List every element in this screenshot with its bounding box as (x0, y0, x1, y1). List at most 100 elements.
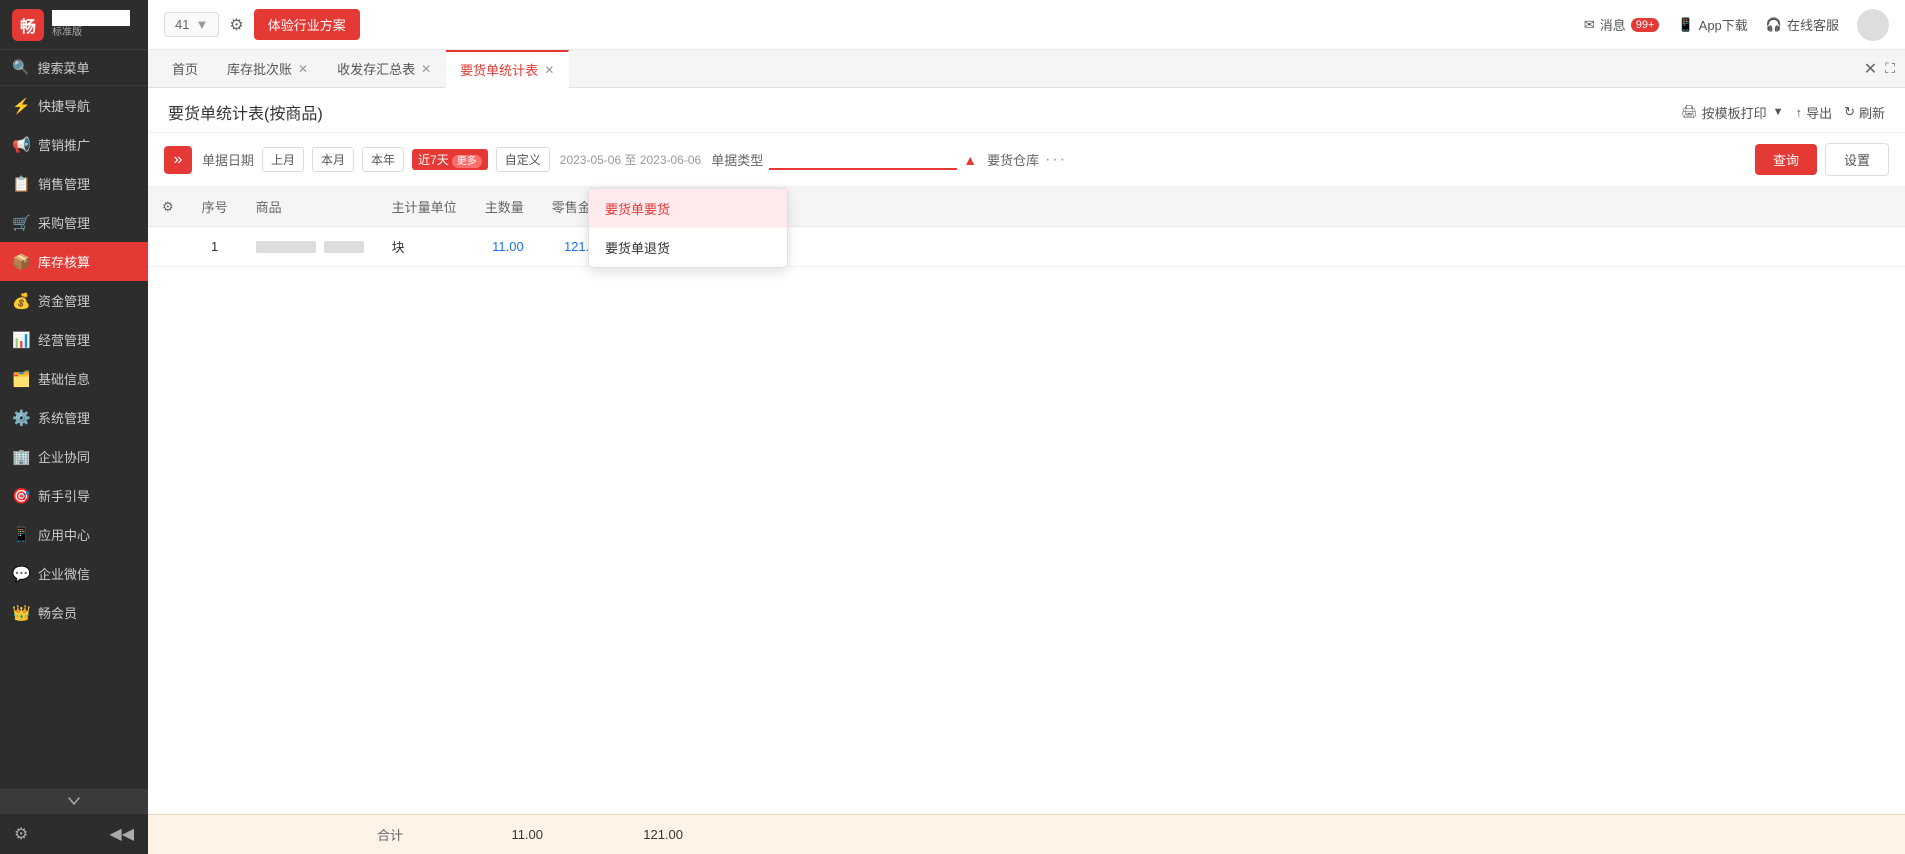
print-template-btn[interactable]: 🖨 按模板打印 ▼ (1681, 103, 1783, 122)
doc-type-label: 单据类型 (711, 150, 763, 169)
app-download-btn[interactable]: 📱 App下载 (1677, 15, 1747, 34)
col-settings[interactable]: ⚙ (148, 187, 188, 227)
tab-bar: 首页 库存批次账 ✕ 收发存汇总表 ✕ 要货单统计表 ✕ ✕ ⛶ (148, 50, 1905, 88)
purchase-icon: 🛒 (12, 214, 30, 232)
table-row: 1 块 11.00 121.00 (148, 227, 1905, 267)
refresh-icon: ↻ (1844, 104, 1855, 120)
col-unit: 主计量单位 (378, 187, 471, 227)
doc-type-filter: 单据类型 ▲ (711, 149, 977, 170)
warehouse-label: 要货仓库 (987, 150, 1039, 169)
tab-bar-close-btn[interactable]: ✕ (1864, 59, 1877, 79)
sidebar-item-appstore[interactable]: 📱 应用中心 (0, 515, 148, 554)
double-chevron-icon: » (174, 151, 183, 169)
tab-close-receive-summary[interactable]: ✕ (421, 62, 431, 76)
filter-settings-btn[interactable]: 设置 (1825, 143, 1889, 176)
settings-footer-icon[interactable]: ⚙ (14, 824, 28, 844)
cell-quantity[interactable]: 11.00 (471, 227, 538, 267)
doc-type-input[interactable] (769, 149, 957, 170)
cell-unit: 块 (378, 227, 471, 267)
main-content: 41 ▼ ⚙ 体验行业方案 ✉ 消息 99+ 📱 App下载 🎧 在线客服 (148, 0, 1905, 854)
dropdown-item-requisition-return[interactable]: 要货单退货 (589, 228, 787, 267)
printer-icon: 🖨 (1681, 104, 1698, 120)
industry-btn[interactable]: 体验行业方案 (254, 9, 360, 40)
sidebar-footer: ⚙ ◀◀ (0, 813, 148, 854)
headset-icon: 🎧 (1766, 17, 1782, 33)
this-year-btn[interactable]: 本年 (362, 147, 404, 172)
tab-inventory-batch[interactable]: 库存批次账 ✕ (213, 50, 323, 88)
filter-bar: » 单据日期 上月 本月 本年 近7天更多 自定义 2023-05-06 至 2… (148, 133, 1905, 187)
cell-extra (618, 227, 1905, 267)
quick-nav-icon: ⚡ (12, 97, 30, 115)
date-filter-group: 单据日期 上月 本月 本年 近7天更多 自定义 (202, 147, 550, 172)
product-placeholder-bar2 (324, 241, 364, 253)
user-avatar[interactable] (1857, 9, 1889, 41)
search-icon: 🔍 (12, 59, 29, 76)
sidebar-item-operations[interactable]: 📊 经营管理 (0, 320, 148, 359)
sidebar-item-basic[interactable]: 🗂️ 基础信息 (0, 359, 148, 398)
refresh-btn[interactable]: ↻ 刷新 (1844, 103, 1885, 122)
inventory-icon: 📦 (12, 253, 30, 271)
more-date-badge[interactable]: 近7天更多 (412, 149, 488, 170)
guide-icon: 🎯 (12, 487, 30, 505)
sidebar-item-vip[interactable]: 👑 畅会员 (0, 593, 148, 632)
sidebar-search[interactable]: 🔍 搜索菜单 (0, 50, 148, 86)
sidebar-scroll-down-btn[interactable] (0, 789, 148, 813)
operations-icon: 📊 (12, 331, 30, 349)
query-btn[interactable]: 查询 (1755, 144, 1817, 175)
tab-bar-expand-btn[interactable]: ⛶ (1885, 60, 1895, 77)
cell-seq: 1 (188, 227, 242, 267)
notification-badge: 99+ (1631, 18, 1660, 32)
doc-type-dropdown-arrow[interactable]: ▲ (963, 152, 977, 168)
sidebar-item-wechat[interactable]: 💬 企业微信 (0, 554, 148, 593)
basic-icon: 🗂️ (12, 370, 30, 388)
sidebar-item-enterprise[interactable]: 🏢 企业协同 (0, 437, 148, 476)
dropdown-item-requisition-goods[interactable]: 要货单要货 (589, 189, 787, 228)
date-filter-label: 单据日期 (202, 150, 254, 169)
table-header-row: ⚙ 序号 商品 主计量单位 主数量 (148, 187, 1905, 227)
sidebar-item-inventory[interactable]: 📦 库存核算 (0, 242, 148, 281)
dropdown-arrow-icon: ▼ (195, 17, 208, 32)
this-month-btn[interactable]: 本月 (312, 147, 354, 172)
footer-quantity: 11.00 (463, 827, 543, 842)
warehouse-more-btn[interactable]: ··· (1045, 151, 1067, 169)
sidebar-item-system[interactable]: ⚙️ 系统管理 (0, 398, 148, 437)
online-service-btn[interactable]: 🎧 在线客服 (1766, 15, 1839, 34)
tab-close-inventory-batch[interactable]: ✕ (298, 62, 308, 76)
vip-icon: 👑 (12, 604, 30, 622)
sidebar-item-guide[interactable]: 🎯 新手引导 (0, 476, 148, 515)
filter-expand-btn[interactable]: » (164, 146, 192, 174)
notification-icon: ✉ (1584, 17, 1595, 33)
page-title: 要货单统计表(按商品) (168, 100, 323, 124)
app-logo-icon: 畅 (12, 9, 44, 41)
sidebar-item-purchase[interactable]: 🛒 采购管理 (0, 203, 148, 242)
store-selector[interactable]: 41 ▼ (164, 12, 219, 37)
sidebar-item-finance[interactable]: 💰 资金管理 (0, 281, 148, 320)
col-quantity: 主数量 (471, 187, 538, 227)
phone-icon: 📱 (1677, 17, 1693, 33)
topbar-left: 41 ▼ ⚙ 体验行业方案 (164, 9, 1584, 40)
prev-month-btn[interactable]: 上月 (262, 147, 304, 172)
tab-receive-summary[interactable]: 收发存汇总表 ✕ (323, 50, 446, 88)
custom-date-btn[interactable]: 自定义 (496, 147, 550, 172)
topbar-settings-icon[interactable]: ⚙ (229, 15, 243, 35)
tab-close-requisition-stats[interactable]: ✕ (544, 63, 554, 77)
notification-btn[interactable]: ✉ 消息 99+ (1584, 15, 1660, 34)
col-extra (618, 187, 1905, 227)
warehouse-filter: 要货仓库 ··· (987, 150, 1067, 169)
sidebar-item-quick-nav[interactable]: ⚡ 快捷导航 (0, 86, 148, 125)
collapse-sidebar-icon[interactable]: ◀◀ (109, 824, 134, 844)
page-header: 要货单统计表(按商品) 🖨 按模板打印 ▼ ↑ 导出 ↻ 刷新 (148, 88, 1905, 133)
date-range-display: 2023-05-06 至 2023-06-06 (560, 151, 701, 168)
data-table: ⚙ 序号 商品 主计量单位 主数量 (148, 187, 1905, 267)
col-product: 商品 (242, 187, 378, 227)
tab-requisition-stats[interactable]: 要货单统计表 ✕ (446, 50, 569, 88)
topbar: 41 ▼ ⚙ 体验行业方案 ✉ 消息 99+ 📱 App下载 🎧 在线客服 (148, 0, 1905, 50)
sidebar-item-marketing[interactable]: 📢 营销推广 (0, 125, 148, 164)
cell-product (242, 227, 378, 267)
sidebar-item-sales[interactable]: 📋 销售管理 (0, 164, 148, 203)
export-btn[interactable]: ↑ 导出 (1796, 103, 1833, 122)
sidebar: 畅 畅捷通好生意 标准版 🔍 搜索菜单 ⚡ 快捷导航 📢 营销推广 📋 销售管理… (0, 0, 148, 854)
tab-home[interactable]: 首页 (158, 50, 213, 88)
sales-icon: 📋 (12, 175, 30, 193)
page-header-actions: 🖨 按模板打印 ▼ ↑ 导出 ↻ 刷新 (1681, 103, 1885, 122)
